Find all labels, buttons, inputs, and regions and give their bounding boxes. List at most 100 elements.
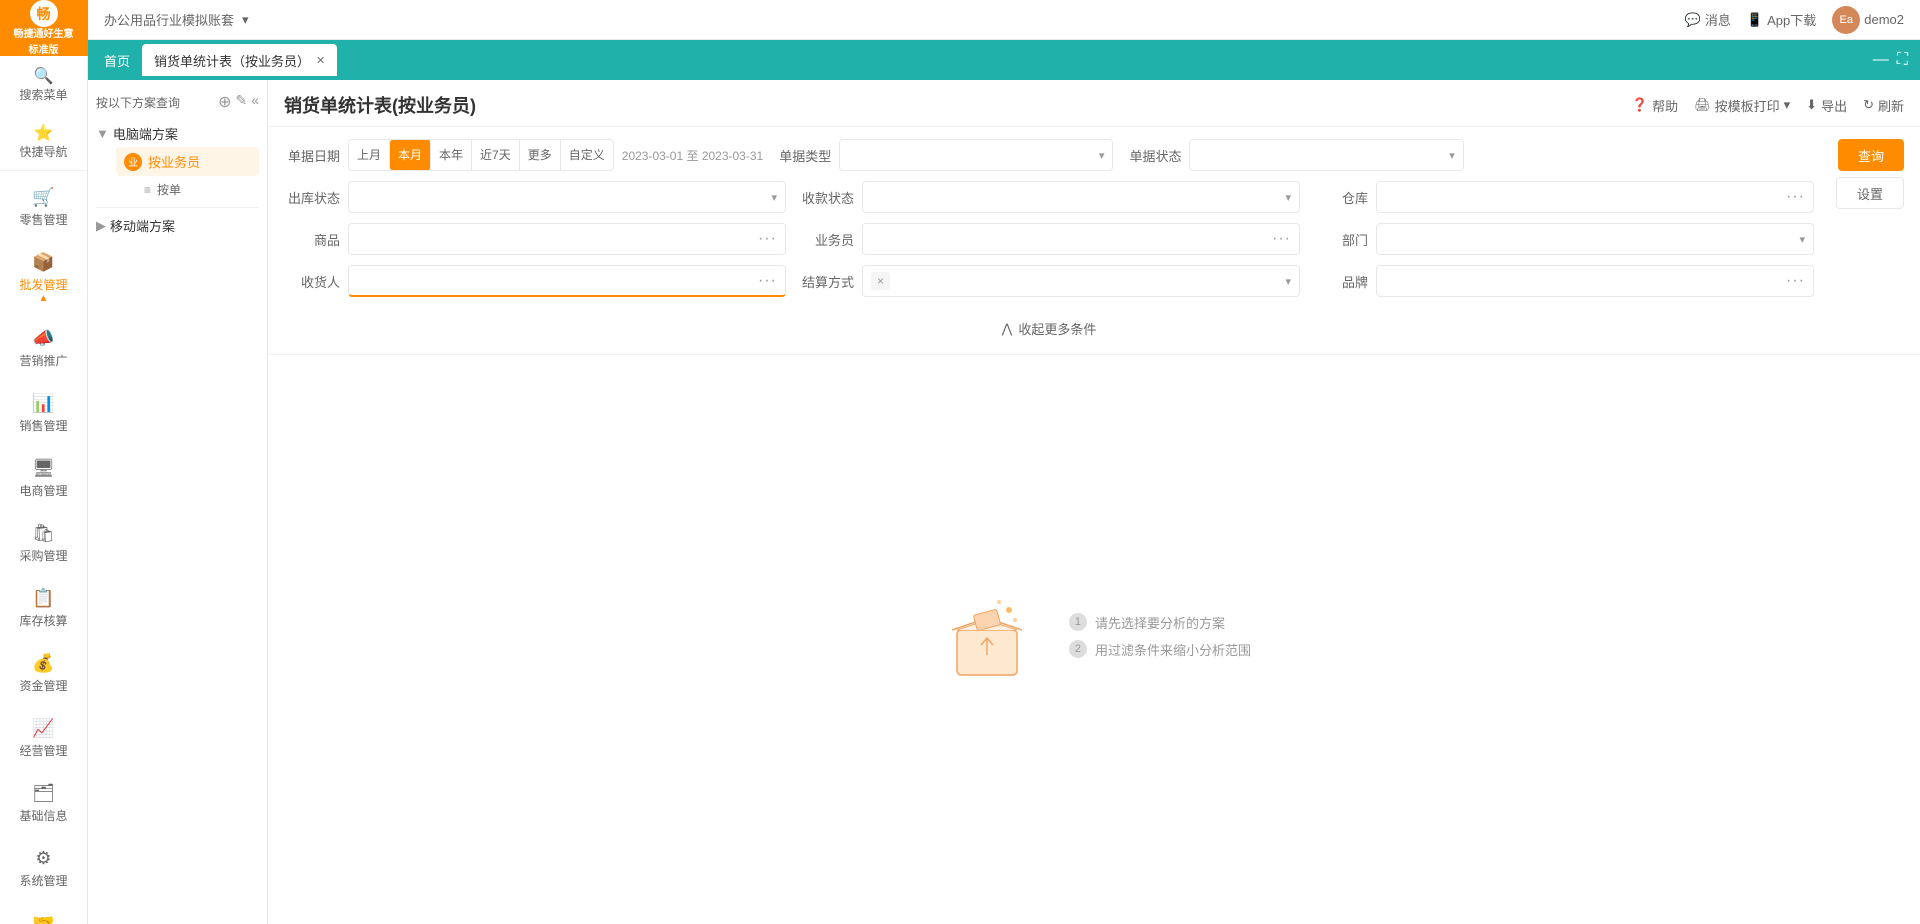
add-scheme-icon[interactable]: ⊕: [218, 92, 231, 112]
marketing-icon: 📣: [32, 328, 54, 349]
sidebar-item-marketing[interactable]: 📣 营销推广: [0, 316, 87, 381]
query-button[interactable]: 查询: [1838, 139, 1904, 171]
sidebar-nav: 🔍 搜索菜单 ⭐ 快捷导航 🛒 零售管理 📦 批发管理 ▲ 📣 营销推广 📊 销…: [0, 56, 87, 924]
payment-tag-close[interactable]: ×: [877, 274, 884, 288]
dept-group: 部门 ▾: [1312, 223, 1814, 255]
payment-arrow: ▾: [1285, 275, 1291, 288]
goods-label: 商品: [284, 230, 340, 249]
doc-status-arrow: ▾: [1449, 149, 1455, 162]
tree-pc-section[interactable]: ▼ 电脑端方案: [96, 120, 259, 147]
consignee-group: 收货人 ···: [284, 265, 786, 297]
sidebar: 畅 畅捷通好生意 标准版 🔍 搜索菜单 ⭐ 快捷导航 🛒 零售管理 📦 批发管理…: [0, 0, 88, 924]
sidebar-item-coop[interactable]: 🤝 企业协同: [0, 901, 87, 924]
setting-button[interactable]: 设置: [1836, 177, 1904, 209]
wholesale-label: 批发管理: [19, 276, 67, 293]
tree-sub-item-order[interactable]: ≡ 按单: [116, 176, 259, 203]
brand-group: 品牌 ···: [1312, 265, 1814, 297]
tree-expand-icon: ▼: [96, 126, 109, 141]
search-menu-item[interactable]: 🔍 搜索菜单: [0, 56, 87, 113]
empty-illustration: [937, 590, 1037, 690]
date-range-text: 2023-03-01 至 2023-03-31: [622, 147, 763, 164]
out-status-select[interactable]: ▾: [348, 181, 786, 213]
date-tab-custom[interactable]: 自定义: [561, 139, 613, 171]
tab-report-label: 销货单统计表（按业务员）: [154, 51, 310, 70]
date-tab-last-month[interactable]: 上月: [349, 139, 390, 171]
out-status-label: 出库状态: [284, 188, 340, 207]
tree-mobile-section[interactable]: ▶ 移动端方案: [96, 212, 259, 239]
refresh-icon: ↻: [1863, 97, 1874, 113]
dept-select[interactable]: ▾: [1376, 223, 1814, 255]
user-profile[interactable]: Ea demo2: [1832, 6, 1904, 34]
recv-status-select[interactable]: ▾: [862, 181, 1300, 213]
salesperson-input[interactable]: ···: [862, 223, 1300, 255]
date-tab-this-year[interactable]: 本年: [431, 139, 472, 171]
purchase-label: 采购管理: [19, 547, 67, 564]
sidebar-item-operation[interactable]: 📈 经营管理: [0, 706, 87, 771]
message-label: 消息: [1705, 10, 1731, 29]
message-button[interactable]: 💬 消息: [1685, 10, 1731, 29]
doc-status-select[interactable]: ▾: [1189, 139, 1463, 171]
hint-text-1: 请先选择要分析的方案: [1095, 613, 1225, 632]
date-tab-last7[interactable]: 近7天: [472, 139, 520, 171]
breadcrumb-dropdown-icon[interactable]: ▾: [242, 12, 249, 28]
export-label: 导出: [1821, 96, 1847, 115]
tree-item-salesperson[interactable]: 业 按业务员: [116, 147, 259, 176]
sidebar-item-ecom[interactable]: 🖥 电商管理: [0, 446, 87, 511]
logo-icon: 畅: [30, 0, 58, 27]
tree-divider: [96, 207, 259, 208]
hint-text-2: 用过滤条件来缩小分析范围: [1095, 640, 1251, 659]
brand-input[interactable]: ···: [1376, 265, 1814, 297]
action-buttons: 查询 设置: [1830, 127, 1920, 354]
filter-section: 单据日期 上月 本月 本年 近7天 更多 自定义 2023-03-01 至 20…: [284, 139, 1814, 342]
goods-input[interactable]: ···: [348, 223, 786, 255]
app-download-button[interactable]: 📱 App下载: [1747, 10, 1816, 29]
sidebar-item-retail[interactable]: 🛒 零售管理: [0, 175, 87, 240]
tab-bar: 首页 销货单统计表（按业务员） ✕ — ⛶: [88, 40, 1920, 80]
refresh-button[interactable]: ↻ 刷新: [1863, 96, 1904, 115]
consignee-input[interactable]: ···: [348, 265, 786, 297]
tab-bar-right: — ⛶: [1873, 51, 1916, 69]
sidebar-item-purchase[interactable]: 🛍 采购管理: [0, 511, 87, 576]
avatar: Ea: [1832, 6, 1860, 34]
tab-report[interactable]: 销货单统计表（按业务员） ✕: [142, 44, 337, 76]
tab-minimize-icon[interactable]: —: [1873, 51, 1889, 69]
date-tab-this-month[interactable]: 本月: [390, 139, 431, 171]
help-label: 帮助: [1652, 96, 1678, 115]
collapse-button[interactable]: ⋀ 收起更多条件: [1002, 311, 1097, 342]
header-right: 💬 消息 📱 App下载 Ea demo2: [1685, 6, 1904, 34]
message-icon: 💬: [1685, 12, 1701, 28]
doc-type-select[interactable]: ▾: [839, 139, 1113, 171]
sidebar-item-sales[interactable]: 📊 销售管理: [0, 381, 87, 446]
sidebar-item-finance[interactable]: 💰 资金管理: [0, 641, 87, 706]
export-button[interactable]: ⬇ 导出: [1806, 96, 1847, 115]
export-icon: ⬇: [1806, 97, 1817, 113]
tree-child-pc: 业 按业务员 ≡ 按单: [96, 147, 259, 203]
tree-mobile-label: 移动端方案: [110, 216, 175, 235]
template-print-button[interactable]: 🖨 按模板打印 ▾: [1694, 96, 1790, 115]
tab-home[interactable]: 首页: [92, 44, 142, 76]
salesperson-icon-text: 业: [128, 154, 138, 169]
edit-scheme-icon[interactable]: ✎: [235, 92, 247, 112]
sidebar-item-basic[interactable]: 🗂 基础信息: [0, 771, 87, 836]
brand-label: 品牌: [1312, 272, 1368, 291]
left-panel-header: 按以下方案查询 ⊕ ✎ «: [88, 88, 267, 120]
tree-pc-label: 电脑端方案: [113, 124, 178, 143]
empty-state: 1 请先选择要分析的方案 2 用过滤条件来缩小分析范围: [268, 355, 1920, 924]
quick-nav-item[interactable]: ⭐ 快捷导航: [0, 113, 87, 171]
basic-icon: 🗂: [32, 783, 55, 804]
sidebar-item-inventory[interactable]: 📋 库存核算: [0, 576, 87, 641]
help-button[interactable]: ❓ 帮助: [1632, 96, 1678, 115]
page-header: 销货单统计表(按业务员) ❓ 帮助 🖨 按模板打印 ▾ ⬇ 导出: [268, 80, 1920, 127]
tab-close-icon[interactable]: ✕: [316, 54, 325, 67]
app-download-label: App下载: [1767, 10, 1816, 29]
consignee-label: 收货人: [284, 272, 340, 291]
collapse-panel-icon[interactable]: «: [251, 92, 259, 112]
empty-text: 1 请先选择要分析的方案 2 用过滤条件来缩小分析范围: [1069, 613, 1251, 667]
sidebar-item-system[interactable]: ⚙ 系统管理: [0, 836, 87, 901]
payment-select[interactable]: × ▾: [862, 265, 1300, 297]
warehouse-input[interactable]: ···: [1376, 181, 1814, 213]
sidebar-item-wholesale[interactable]: 📦 批发管理 ▲: [0, 240, 87, 316]
date-tab-more[interactable]: 更多: [520, 139, 561, 171]
tab-maximize-icon[interactable]: ⛶: [1897, 51, 1908, 69]
recv-status-arrow: ▾: [1285, 191, 1291, 204]
